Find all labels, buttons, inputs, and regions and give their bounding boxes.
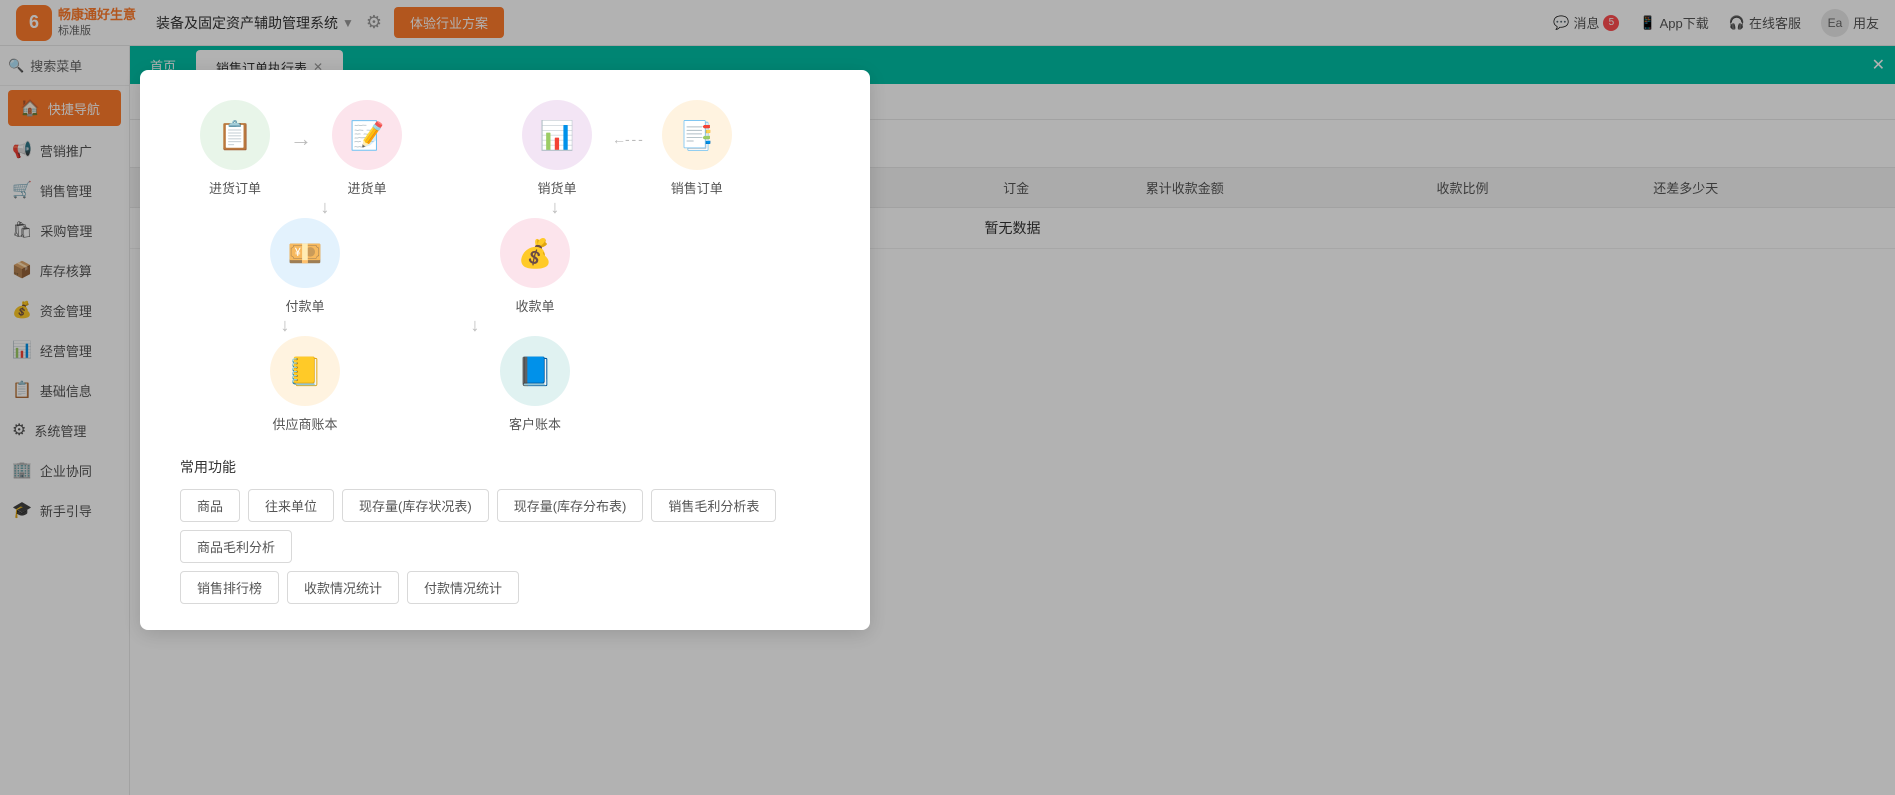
down-arrow-icon-3: ↓	[281, 315, 290, 335]
common-functions: 常用功能 商品 往来单位 现存量(库存状况表) 现存量(库存分布表) 销售毛利分…	[180, 457, 830, 604]
dialog-inner: 📋 进货订单 → 📝 进货单	[140, 70, 870, 630]
flow-node-purchase-order[interactable]: 📋 进货订单	[200, 100, 270, 197]
down-arrow-icon-4: ↓	[471, 315, 480, 335]
flow-label-purchase-order: 进货订单	[209, 178, 261, 197]
sales-order-icon: 📑	[679, 119, 714, 152]
flow-node-sales-order[interactable]: 📑 销售订单	[662, 100, 732, 197]
receipt-bill-icon: 💰	[518, 237, 553, 270]
func-btn-sales-profit[interactable]: 销售毛利分析表	[651, 489, 776, 522]
flow-label-supplier-ledger: 供应商账本	[272, 414, 337, 433]
payment-bill-icon: 💴	[288, 237, 323, 270]
right-arrow-icon-1: →	[290, 126, 312, 152]
func-btn-receipt-stat[interactable]: 收款情况统计	[287, 571, 399, 604]
arrow-1: →	[290, 126, 312, 152]
flow-node-purchase-bill[interactable]: 📝 进货单	[332, 100, 402, 197]
purchase-order-icon: 📋	[218, 119, 253, 152]
flow-diagram: 📋 进货订单 → 📝 进货单	[180, 100, 830, 433]
func-btn-sales-rank[interactable]: 销售排行榜	[180, 571, 279, 604]
down-arrow-purchase: ↓	[290, 197, 360, 218]
flow-node-supplier-ledger[interactable]: 📒 供应商账本	[270, 336, 340, 433]
flow-label-purchase-bill: 进货单	[347, 178, 386, 197]
flow-circle-purchase-order: 📋	[200, 100, 270, 170]
down-arrow-icon-2: ↓	[551, 197, 560, 217]
func-buttons-row2: 销售排行榜 收款情况统计 付款情况统计	[180, 571, 830, 604]
func-btn-partners[interactable]: 往来单位	[248, 489, 334, 522]
spacer2	[180, 197, 290, 218]
flow-circle-sales-bill: 📊	[522, 100, 592, 170]
flow-circle-receipt-bill: 💰	[500, 218, 570, 288]
flow-label-customer-ledger: 客户账本	[509, 414, 561, 433]
flow-label-receipt-bill: 收款单	[515, 296, 554, 315]
left-dashed-arrow-icon: ←- - -	[612, 131, 642, 147]
flow-label-sales-order: 销售订单	[671, 178, 723, 197]
flow-circle-payment-bill: 💴	[270, 218, 340, 288]
flow-node-payment-bill[interactable]: 💴 付款单	[270, 218, 340, 315]
down-arrow-sales: ↓	[520, 197, 590, 218]
flow-circle-sales-order: 📑	[662, 100, 732, 170]
app-container: 6 畅康通好生意 标准版 装备及固定资产辅助管理系统 ▼ ⚙ 体验行业方案 💬 …	[0, 0, 1895, 795]
spacer6	[180, 315, 250, 336]
purchase-bill-icon: 📝	[350, 119, 385, 152]
flow-node-sales-bill[interactable]: 📊 销货单	[522, 100, 592, 197]
func-buttons-row1: 商品 往来单位 现存量(库存状况表) 现存量(库存分布表) 销售毛利分析表 商品…	[180, 489, 830, 563]
flow-label-payment-bill: 付款单	[285, 296, 324, 315]
customer-ledger-icon: 📘	[518, 355, 553, 388]
down-arrow-icon-1: ↓	[321, 197, 330, 217]
spacer3	[360, 197, 520, 218]
func-btn-product[interactable]: 商品	[180, 489, 240, 522]
flow-circle-customer-ledger: 📘	[500, 336, 570, 406]
flow-label-sales-bill: 销货单	[537, 178, 576, 197]
flow-node-receipt-bill[interactable]: 💰 收款单	[500, 218, 570, 315]
flow-dialog: 📋 进货订单 → 📝 进货单	[140, 70, 870, 630]
flow-node-customer-ledger[interactable]: 📘 客户账本	[500, 336, 570, 433]
arrow-2: ←- - -	[612, 131, 642, 147]
flow-circle-purchase-bill: 📝	[332, 100, 402, 170]
func-btn-stock-status[interactable]: 现存量(库存状况表)	[342, 489, 489, 522]
sales-bill-icon: 📊	[540, 119, 575, 152]
common-func-title: 常用功能	[180, 457, 830, 477]
func-btn-stock-dist[interactable]: 现存量(库存分布表)	[497, 489, 644, 522]
func-btn-payment-stat[interactable]: 付款情况统计	[407, 571, 519, 604]
spacer7	[320, 315, 440, 336]
func-btn-product-profit[interactable]: 商品毛利分析	[180, 530, 292, 563]
supplier-ledger-icon: 📒	[288, 355, 323, 388]
flow-circle-supplier-ledger: 📒	[270, 336, 340, 406]
flow-dialog-overlay: 📋 进货订单 → 📝 进货单	[0, 0, 1895, 795]
down-arrow-receipt: ↓	[440, 315, 510, 336]
down-arrow-payment: ↓	[250, 315, 320, 336]
